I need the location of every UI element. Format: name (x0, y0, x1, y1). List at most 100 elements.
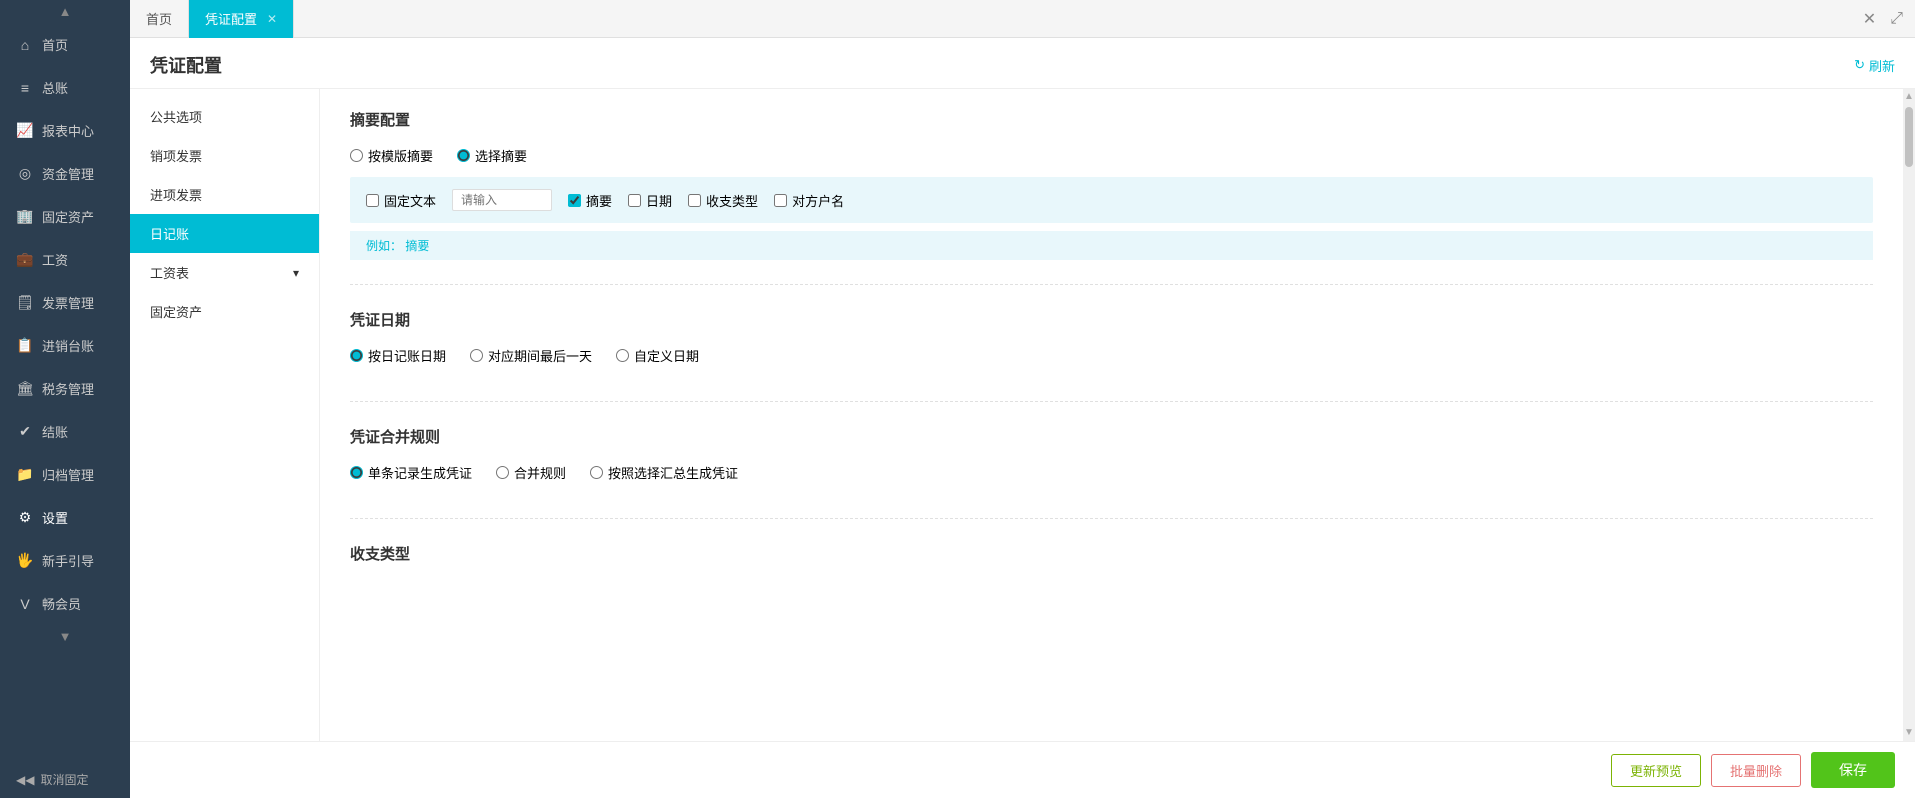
radio-period-last-input[interactable] (470, 349, 483, 362)
checkbox-summary-label: 摘要 (586, 191, 612, 210)
left-nav-journal[interactable]: 日记账 (130, 214, 319, 253)
section-date-title: 凭证日期 (350, 309, 1873, 330)
tab-close-icon[interactable]: ✕ (267, 12, 277, 26)
checkbox-summary[interactable]: 摘要 (568, 191, 612, 210)
reports-icon: 📈 (16, 122, 34, 139)
radio-select-input[interactable] (457, 149, 470, 162)
radio-template-input[interactable] (350, 149, 363, 162)
refresh-label: 刷新 (1869, 56, 1895, 75)
section-income-type-title: 收支类型 (350, 543, 1873, 564)
radio-merge-rule[interactable]: 合并规则 (496, 463, 566, 482)
checkbox-fixed-text-input[interactable] (366, 194, 379, 207)
sidebar-scroll-up[interactable]: ▲ (0, 0, 130, 23)
radio-journal-date-input[interactable] (350, 349, 363, 362)
archive-icon: 📁 (16, 466, 34, 483)
left-nav-fixed-assets-label: 固定资产 (150, 302, 202, 321)
sidebar-item-home[interactable]: ⌂ 首页 (0, 23, 130, 66)
sidebar-label-settings: 设置 (42, 508, 68, 527)
tab-home[interactable]: 首页 (130, 0, 189, 38)
radio-template[interactable]: 按模版摘要 (350, 146, 433, 165)
left-nav-public-label: 公共选项 (150, 107, 202, 126)
fixed-text-input[interactable] (452, 189, 552, 211)
section-merge: 凭证合并规则 单条记录生成凭证 合并规则 (350, 426, 1873, 519)
tab-home-label: 首页 (146, 9, 172, 28)
sidebar-label-funds: 资金管理 (42, 164, 94, 183)
radio-single[interactable]: 单条记录生成凭证 (350, 463, 472, 482)
left-nav-journal-label: 日记账 (150, 224, 189, 243)
left-nav-purchase-invoice-label: 进项发票 (150, 185, 202, 204)
left-nav: 公共选项 销项发票 进项发票 日记账 工资表 ▾ 固定资产 (130, 89, 320, 741)
radio-single-label: 单条记录生成凭证 (368, 463, 472, 482)
checkbox-counterpart-input[interactable] (774, 194, 787, 207)
checkbox-summary-input[interactable] (568, 194, 581, 207)
page-title: 凭证配置 (150, 52, 222, 78)
tab-bar: 首页 凭证配置 ✕ ✕ ⤢ (130, 0, 1915, 38)
radio-custom-date-label: 自定义日期 (634, 346, 699, 365)
sidebar-item-assets[interactable]: 🏢 固定资产 (0, 195, 130, 238)
checkbox-income-type-label: 收支类型 (706, 191, 758, 210)
tab-expand-button[interactable]: ⤢ (1886, 8, 1907, 30)
sidebar-item-funds[interactable]: ◎ 资金管理 (0, 152, 130, 195)
left-nav-salary-table[interactable]: 工资表 ▾ (130, 253, 319, 292)
sidebar-label-assets: 固定资产 (42, 207, 94, 226)
checkbox-date-input[interactable] (628, 194, 641, 207)
radio-period-last[interactable]: 对应期间最后一天 (470, 346, 592, 365)
sidebar-item-settings[interactable]: ⚙ 设置 (0, 496, 130, 539)
left-nav-fixed-assets[interactable]: 固定资产 (130, 292, 319, 331)
sidebar-label-vip: 畅会员 (42, 594, 81, 613)
sidebar-label-home: 首页 (42, 35, 68, 54)
checkbox-income-type-input[interactable] (688, 194, 701, 207)
sidebar-item-tax[interactable]: 🏛 税务管理 (0, 367, 130, 410)
checkbox-counterpart[interactable]: 对方户名 (774, 191, 844, 210)
sidebar-item-archive[interactable]: 📁 归档管理 (0, 453, 130, 496)
sidebar-label-tax: 税务管理 (42, 379, 94, 398)
left-nav-public[interactable]: 公共选项 (130, 97, 319, 136)
sidebar-item-ledger[interactable]: ≡ 总账 (0, 66, 130, 109)
sidebar-label-ledger: 总账 (42, 78, 68, 97)
radio-select-merge-input[interactable] (590, 466, 603, 479)
right-content: 摘要配置 按模版摘要 选择摘要 (320, 89, 1903, 741)
scroll-thumb[interactable] (1905, 107, 1913, 167)
scrollbar-track: ▲ ▼ (1903, 89, 1915, 741)
tab-close-button[interactable]: ✕ (1859, 7, 1880, 31)
refresh-button[interactable]: ↻ 刷新 (1854, 56, 1895, 75)
radio-custom-date-input[interactable] (616, 349, 629, 362)
tab-voucher-config[interactable]: 凭证配置 ✕ (189, 0, 294, 38)
batch-delete-button[interactable]: 批量删除 (1711, 754, 1801, 787)
sidebar-item-purchase-sales[interactable]: 📋 进销台账 (0, 324, 130, 367)
radio-merge-rule-label: 合并规则 (514, 463, 566, 482)
sidebar-item-salary[interactable]: 💼 工资 (0, 238, 130, 281)
radio-single-input[interactable] (350, 466, 363, 479)
sidebar-item-reports[interactable]: 📈 报表中心 (0, 109, 130, 152)
expand-icon: ▾ (293, 266, 299, 280)
sidebar-item-guide[interactable]: 🖐 新手引导 (0, 539, 130, 582)
radio-custom-date[interactable]: 自定义日期 (616, 346, 699, 365)
section-summary-title: 摘要配置 (350, 109, 1873, 130)
checkbox-fixed-text[interactable]: 固定文本 (366, 191, 436, 210)
radio-select-merge-label: 按照选择汇总生成凭证 (608, 463, 738, 482)
left-nav-sales-invoice[interactable]: 销项发票 (130, 136, 319, 175)
summary-radio-group: 按模版摘要 选择摘要 (350, 146, 1873, 165)
sidebar-item-vip[interactable]: V 畅会员 (0, 582, 130, 625)
sidebar-item-invoice-mgmt[interactable]: 🗒 发票管理 (0, 281, 130, 324)
sidebar-unpin-button[interactable]: ◀◀ 取消固定 (0, 761, 130, 798)
page-header: 凭证配置 ↻ 刷新 (130, 38, 1915, 89)
sidebar-scroll-down[interactable]: ▼ (0, 625, 130, 648)
radio-merge-rule-input[interactable] (496, 466, 509, 479)
sidebar-label-invoice-mgmt: 发票管理 (42, 293, 94, 312)
scroll-down-arrow[interactable]: ▼ (1903, 725, 1915, 741)
sidebar-item-settle[interactable]: ✔ 结账 (0, 410, 130, 453)
tab-voucher-config-label: 凭证配置 (205, 9, 257, 28)
save-button[interactable]: 保存 (1811, 752, 1895, 788)
radio-select-merge[interactable]: 按照选择汇总生成凭证 (590, 463, 738, 482)
checkbox-date[interactable]: 日期 (628, 191, 672, 210)
radio-select[interactable]: 选择摘要 (457, 146, 527, 165)
summary-checkbox-row: 固定文本 摘要 日期 (350, 177, 1873, 223)
scroll-up-arrow[interactable]: ▲ (1903, 89, 1915, 105)
update-preview-button[interactable]: 更新预览 (1611, 754, 1701, 787)
radio-journal-date[interactable]: 按日记账日期 (350, 346, 446, 365)
tab-bar-actions: ✕ ⤢ (1859, 7, 1915, 31)
left-nav-purchase-invoice[interactable]: 进项发票 (130, 175, 319, 214)
settings-icon: ⚙ (16, 509, 34, 526)
checkbox-income-type[interactable]: 收支类型 (688, 191, 758, 210)
